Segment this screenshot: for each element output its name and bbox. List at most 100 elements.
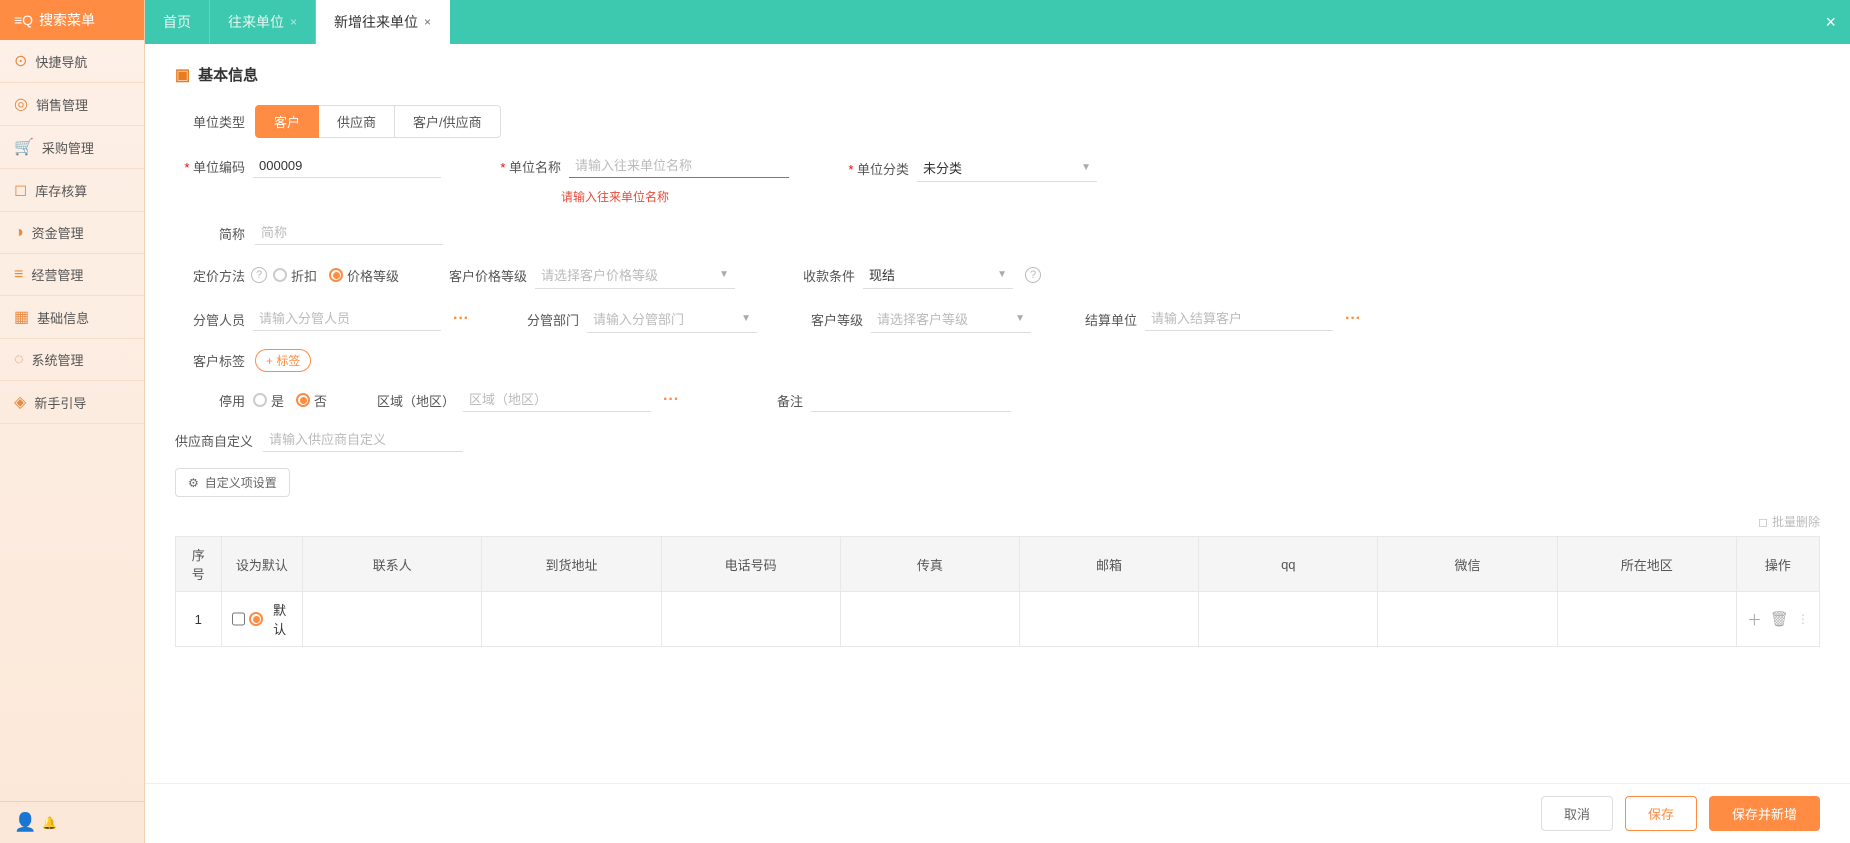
supplier-custom-input[interactable] [263, 428, 463, 452]
cell-contact[interactable] [303, 592, 482, 647]
fax-input[interactable] [851, 612, 1009, 627]
search-menu-button[interactable]: ≡Q 搜索菜单 [0, 0, 144, 40]
save-and-new-button[interactable]: 保存并新增 [1709, 796, 1820, 831]
chevron-down-icon: ▼ [1015, 313, 1025, 324]
tab-new-contact[interactable]: 新增往来单位 × [316, 0, 450, 44]
radio-price-level[interactable]: 价格等级 [329, 266, 399, 285]
save-button[interactable]: 保存 [1625, 796, 1697, 831]
unit-name-input[interactable] [569, 154, 789, 178]
cell-wechat[interactable] [1378, 592, 1557, 647]
sidebar-item-label: 采购管理 [42, 138, 94, 157]
phone-input[interactable] [672, 612, 830, 627]
col-no: 序号 [176, 537, 222, 592]
default-radio-circle [249, 612, 263, 626]
pricing-help-icon[interactable]: ? [251, 267, 267, 283]
cell-no: 1 [176, 592, 222, 647]
cell-address[interactable] [482, 592, 661, 647]
radio-discount-label: 折扣 [291, 266, 317, 285]
unit-category-field: 单位分类 未分类 ▼ [839, 154, 1097, 182]
tab-contacts[interactable]: 往来单位 × [210, 0, 316, 44]
sidebar-item-quick-nav[interactable]: ⊙ 快捷导航 [0, 40, 144, 83]
radio-disable-no[interactable]: 否 [296, 391, 327, 410]
type-btn-both[interactable]: 客户/供应商 [395, 105, 501, 138]
chevron-down-icon: ▼ [741, 313, 751, 324]
code-name-category-row: 单位编码 单位名称 请输入往来单位名称 单位分类 未分类 ▼ [175, 154, 1820, 205]
radio-disable-yes[interactable]: 是 [253, 391, 284, 410]
col-contact: 联系人 [303, 537, 482, 592]
custom-settings-button[interactable]: ⚙ 自定义项设置 [175, 468, 290, 497]
cell-actions: ＋ 🗑 ⋮ [1736, 592, 1819, 647]
customer-price-level-field: 客户价格等级 请选择客户价格等级 ▼ [449, 261, 735, 289]
settlement-unit-input[interactable] [1145, 307, 1333, 331]
contact-input[interactable] [313, 612, 471, 627]
default-radio: 默认 [249, 600, 292, 638]
payment-terms-help-icon[interactable]: ? [1025, 267, 1041, 283]
customer-level-select[interactable]: 请选择客户等级 ▼ [871, 305, 1031, 333]
wechat-input[interactable] [1388, 612, 1546, 627]
delete-row-button[interactable]: 🗑 [1770, 610, 1789, 628]
remark-input[interactable] [811, 388, 1011, 412]
tab-home[interactable]: 首页 [145, 0, 210, 44]
sidebar-item-operations[interactable]: ≡ 经营管理 [0, 254, 144, 296]
settlement-more-button[interactable]: ··· [1341, 310, 1365, 328]
drag-handle-icon[interactable]: ⋮ [1797, 612, 1809, 626]
row-checkbox[interactable] [232, 612, 246, 626]
contact-table: 序号 设为默认 联系人 到货地址 电话号码 传真 邮箱 qq 微信 所在地区 操… [175, 536, 1820, 647]
unit-category-select[interactable]: 未分类 ▼ [917, 154, 1097, 182]
supplier-custom-row: 供应商自定义 [175, 428, 1820, 452]
add-row-button[interactable]: ＋ [1747, 609, 1762, 630]
footer: 取消 保存 保存并新增 [145, 783, 1850, 843]
cancel-button[interactable]: 取消 [1541, 796, 1613, 831]
tab-new-contact-close[interactable]: × [424, 15, 431, 29]
add-tag-button[interactable]: + 标签 [255, 349, 311, 372]
sidebar-item-sales[interactable]: ◎ 销售管理 [0, 83, 144, 126]
sidebar-item-basic-info[interactable]: ▦ 基础信息 [0, 296, 144, 339]
radio-disable-no-circle [296, 393, 310, 407]
type-btn-customer[interactable]: 客户 [255, 105, 319, 138]
cell-region[interactable] [1557, 592, 1736, 647]
sidebar-item-newbie[interactable]: ◈ 新手引导 [0, 381, 144, 424]
radio-price-level-label: 价格等级 [347, 266, 399, 285]
tab-bar: 首页 往来单位 × 新增往来单位 × × [145, 0, 1850, 44]
disable-region-remark-row: 停用 是 否 区域（地区） ··· 备注 [175, 388, 1820, 412]
email-input[interactable] [1030, 612, 1188, 627]
region-more-button[interactable]: ··· [659, 391, 683, 409]
tab-contacts-close[interactable]: × [290, 15, 297, 29]
region-cell-input[interactable] [1568, 612, 1726, 627]
radio-discount[interactable]: 折扣 [273, 266, 317, 285]
sidebar-item-inventory[interactable]: ◻ 库存核算 [0, 169, 144, 212]
settlement-unit-label: 结算单位 [1067, 310, 1137, 329]
region-input[interactable] [463, 388, 651, 412]
customer-tag-label: 客户标签 [175, 351, 245, 370]
manager-more-button[interactable]: ··· [449, 310, 473, 328]
section-basic-info: ▣ 基本信息 [175, 64, 1820, 85]
sidebar-item-label: 经营管理 [31, 265, 83, 284]
cell-email[interactable] [1019, 592, 1198, 647]
sidebar-item-purchase[interactable]: 🛒 采购管理 [0, 126, 144, 169]
qq-input[interactable] [1209, 612, 1367, 627]
manager-input[interactable] [253, 307, 441, 331]
cell-qq[interactable] [1199, 592, 1378, 647]
tab-bar-close-button[interactable]: × [1811, 0, 1850, 44]
chevron-down-icon: ▼ [1081, 162, 1091, 173]
operations-icon: ≡ [14, 266, 23, 284]
search-menu-label: 搜索菜单 [39, 10, 95, 30]
customer-level-field: 客户等级 请选择客户等级 ▼ [793, 305, 1031, 333]
unit-type-label: 单位类型 [175, 112, 245, 131]
sidebar: ≡Q 搜索菜单 ⊙ 快捷导航 ◎ 销售管理 🛒 采购管理 ◻ 库存核算 ◑ 资金… [0, 0, 145, 843]
unit-category-value: 未分类 [923, 158, 962, 177]
unit-code-input[interactable] [253, 154, 441, 178]
unit-code-field: 单位编码 [175, 154, 441, 178]
sidebar-item-finance[interactable]: ◑ 资金管理 [0, 212, 144, 254]
sidebar-item-system[interactable]: ◌ 系统管理 [0, 339, 144, 381]
dept-select[interactable]: 请输入分管部门 ▼ [587, 305, 757, 333]
abbr-input[interactable] [255, 221, 443, 245]
batch-delete-label[interactable]: 批量删除 [1772, 513, 1820, 530]
cell-fax[interactable] [840, 592, 1019, 647]
customer-price-level-select[interactable]: 请选择客户价格等级 ▼ [535, 261, 735, 289]
payment-terms-select[interactable]: 现结 ▼ [863, 261, 1013, 289]
default-label: 默认 [267, 600, 292, 638]
cell-phone[interactable] [661, 592, 840, 647]
type-btn-supplier[interactable]: 供应商 [319, 105, 395, 138]
address-input[interactable] [492, 612, 650, 627]
